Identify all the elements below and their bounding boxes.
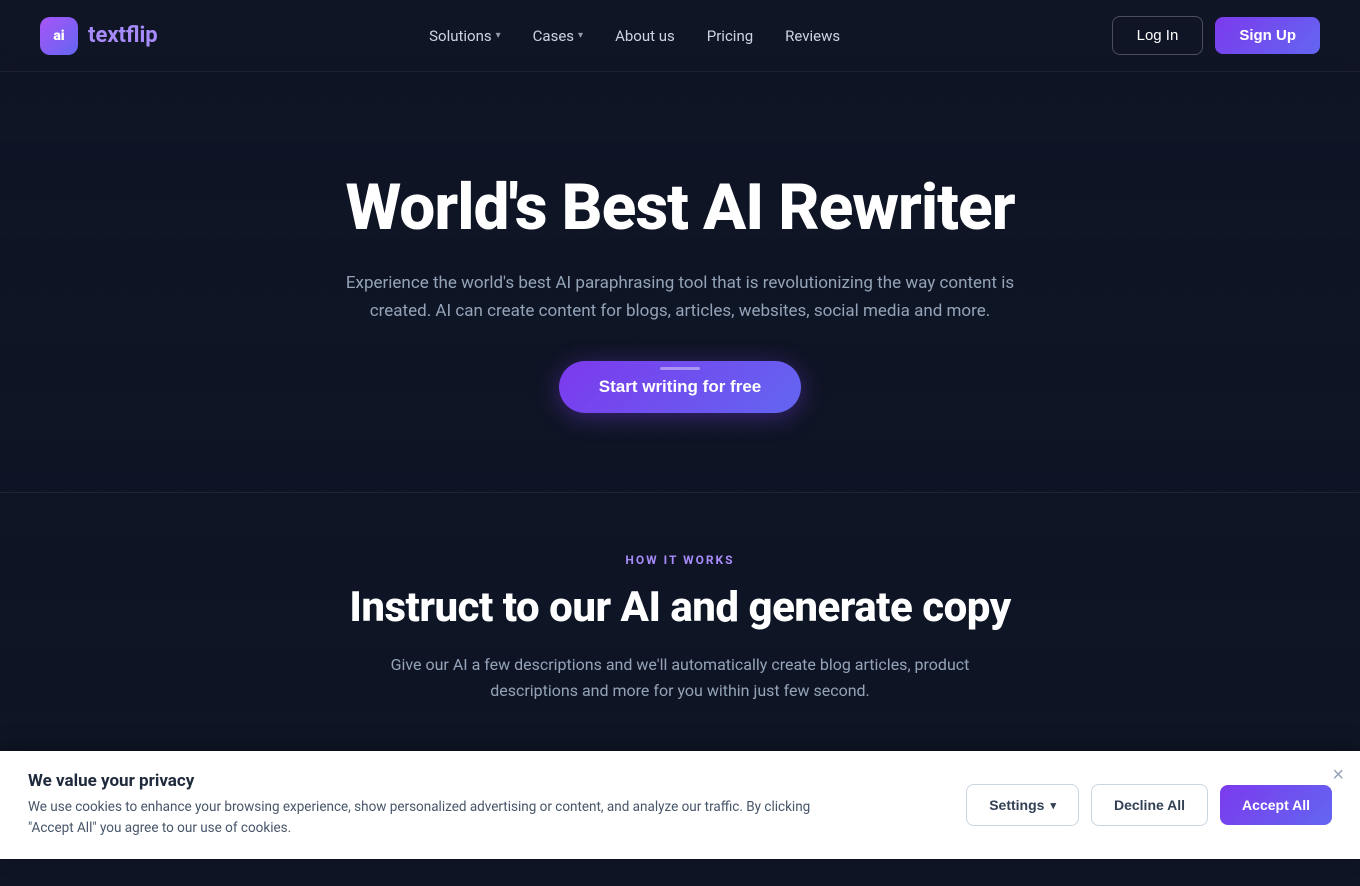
nav-item-about[interactable]: About us — [615, 27, 675, 45]
cookie-title: We value your privacy — [28, 771, 942, 791]
navbar-actions: Log In Sign Up — [1112, 16, 1320, 55]
hero-section: World's Best AI Rewriter Experience the … — [0, 72, 1360, 492]
nav-item-cases[interactable]: Cases ▾ — [533, 27, 583, 45]
cta-button[interactable]: Start writing for free — [559, 361, 801, 413]
section-subtitle: Give our AI a few descriptions and we'll… — [360, 652, 1000, 705]
logo-text: textflip — [88, 23, 158, 48]
logo-icon: ai — [40, 17, 78, 55]
cookie-accept-button[interactable]: Accept All — [1220, 785, 1332, 825]
cookie-banner: × We value your privacy We use cookies t… — [0, 751, 1360, 859]
cookie-actions: Settings ▾ Decline All Accept All — [966, 784, 1332, 826]
navbar: ai textflip Solutions ▾ Cases ▾ About us… — [0, 0, 1360, 72]
nav-item-solutions[interactable]: Solutions ▾ — [429, 27, 501, 45]
cookie-text-block: We value your privacy We use cookies to … — [28, 771, 942, 839]
chevron-down-icon: ▾ — [1050, 799, 1056, 812]
login-button[interactable]: Log In — [1112, 16, 1204, 55]
chevron-down-icon: ▾ — [578, 30, 583, 41]
cookie-decline-button[interactable]: Decline All — [1091, 784, 1208, 826]
cookie-body: We use cookies to enhance your browsing … — [28, 797, 848, 839]
nav-item-pricing[interactable]: Pricing — [707, 27, 753, 45]
nav-menu: Solutions ▾ Cases ▾ About us Pricing Rev… — [429, 27, 840, 45]
chevron-down-icon: ▾ — [496, 30, 501, 41]
signup-button[interactable]: Sign Up — [1215, 17, 1320, 54]
cookie-settings-button[interactable]: Settings ▾ — [966, 784, 1079, 826]
cookie-close-button[interactable]: × — [1332, 765, 1344, 785]
section-tag: HOW IT WORKS — [40, 553, 1320, 567]
hero-subtitle: Experience the world's best AI paraphras… — [340, 269, 1020, 325]
hero-title: World's Best AI Rewriter — [345, 171, 1014, 245]
logo[interactable]: ai textflip — [40, 17, 158, 55]
nav-item-reviews[interactable]: Reviews — [785, 27, 840, 45]
section-title: Instruct to our AI and generate copy — [40, 583, 1320, 632]
